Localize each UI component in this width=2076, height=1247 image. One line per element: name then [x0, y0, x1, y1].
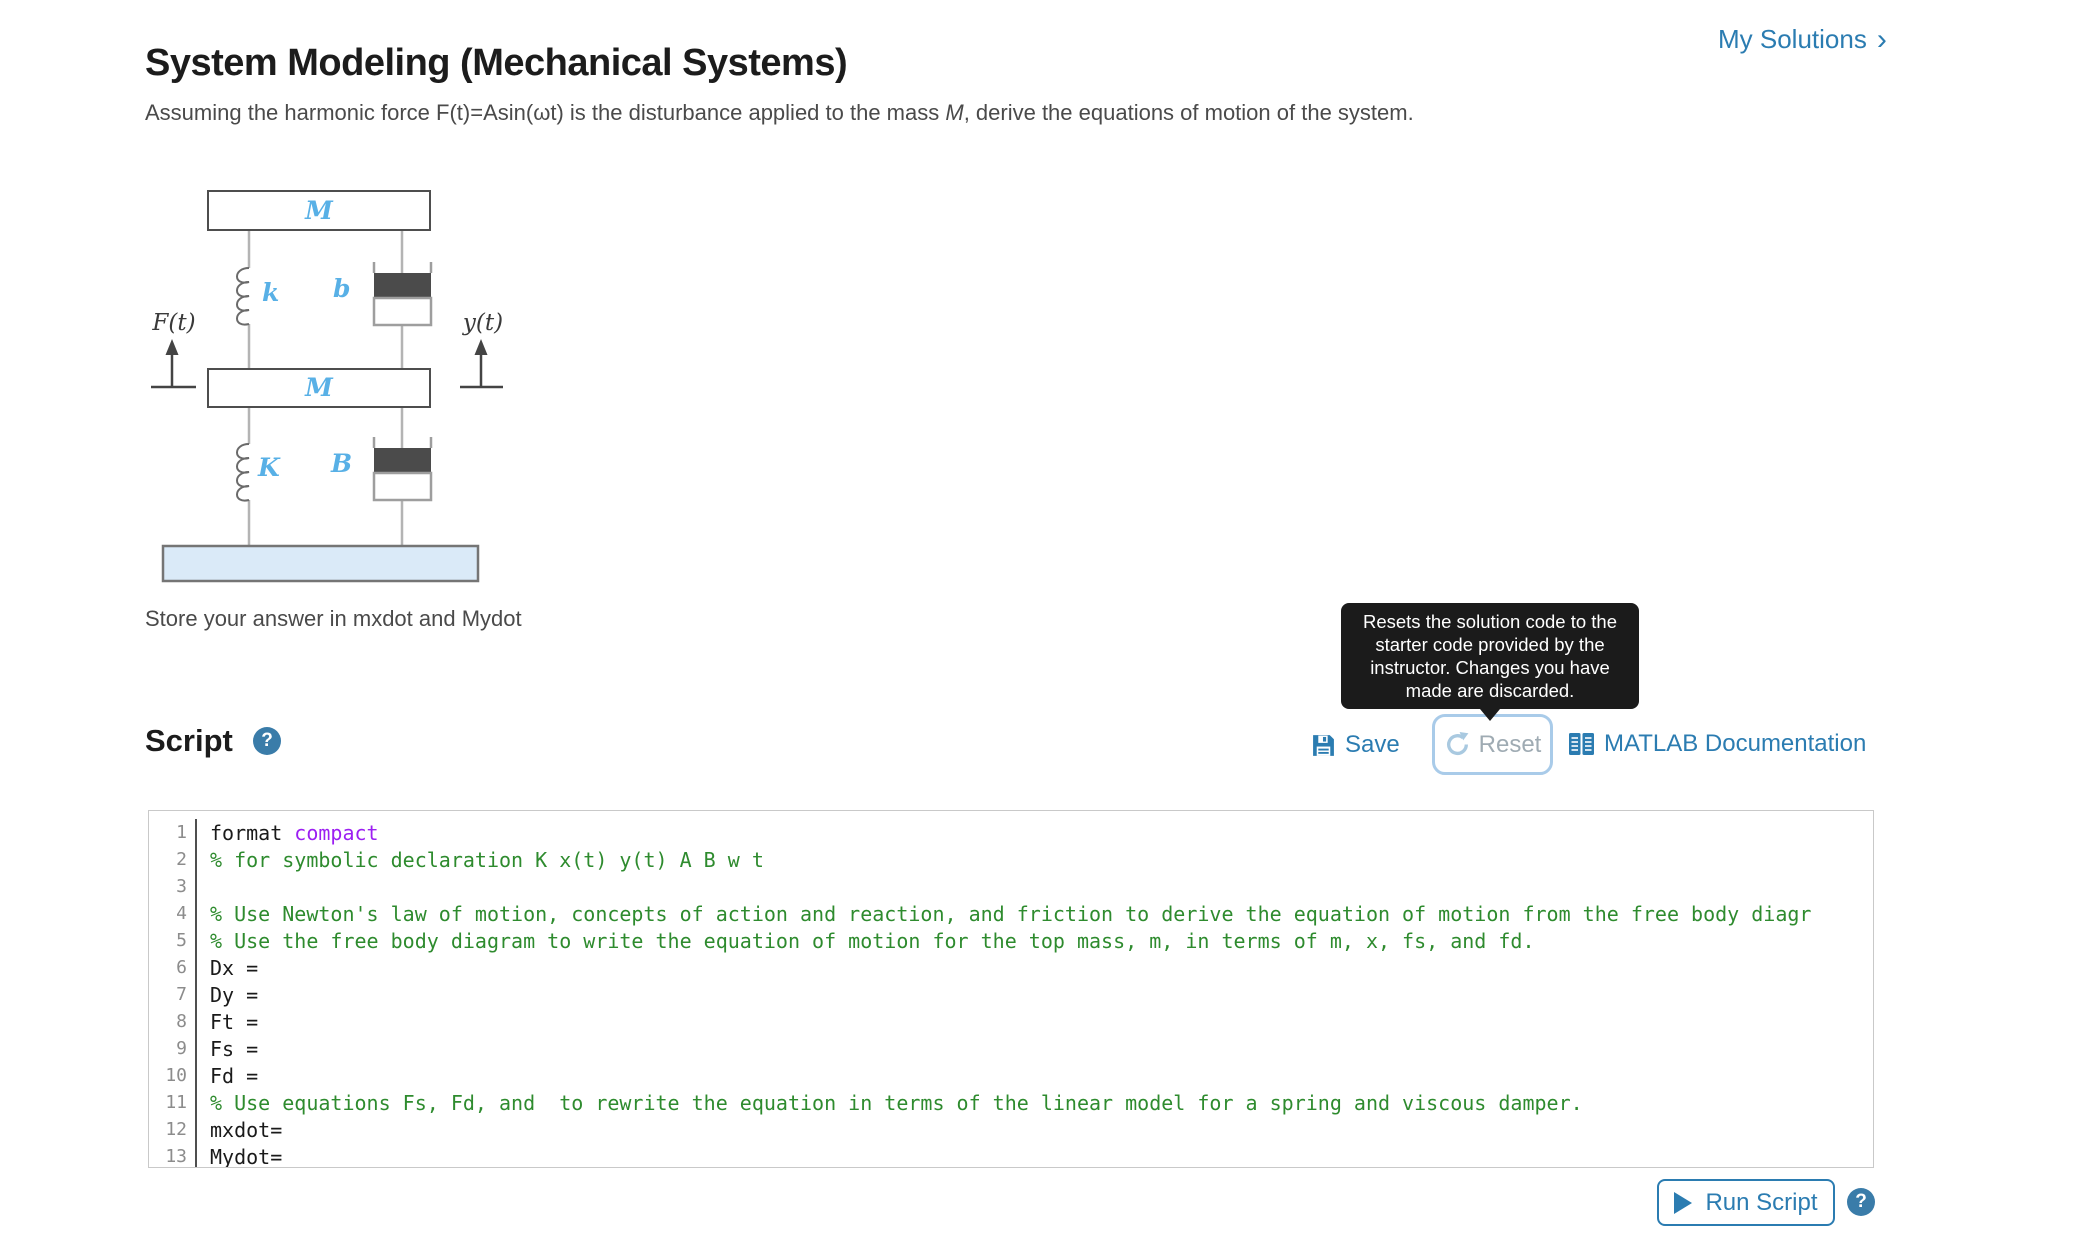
output-arrow: y(t) [460, 310, 503, 387]
code-segment: % Use the free body diagram to write the… [210, 929, 1535, 953]
code-line[interactable]: format compact [197, 821, 379, 845]
play-icon [1674, 1192, 1692, 1214]
run-script-button[interactable]: Run Script [1657, 1179, 1835, 1226]
save-label: Save [1345, 731, 1400, 759]
code-line[interactable]: Fd = [197, 1064, 258, 1088]
answer-note: Store your answer in mxdot and Mydot [145, 606, 522, 632]
code-row: 12 mxdot= [149, 1116, 1873, 1143]
save-button[interactable]: Save [1311, 731, 1400, 759]
code-row: 13 Mydot= [149, 1143, 1873, 1168]
spring-K-coil [237, 444, 249, 501]
description-mass-symbol: M [945, 100, 963, 125]
code-segment: Dy = [210, 983, 258, 1007]
damper-B-label: B [330, 449, 352, 478]
tooltip-line: made are discarded. [1351, 679, 1629, 702]
damper-b-cylinder [374, 298, 431, 325]
line-number: 5 [149, 927, 197, 954]
line-number: 2 [149, 846, 197, 873]
code-line[interactable]: Mydot= [197, 1145, 282, 1169]
save-icon [1311, 733, 1336, 758]
page-title: System Modeling (Mechanical Systems) [145, 42, 847, 85]
damper-b-piston [374, 273, 431, 298]
code-line[interactable]: mxdot= [197, 1118, 282, 1142]
code-row: 4 % Use Newton's law of motion, concepts … [149, 900, 1873, 927]
tooltip-line: Resets the solution code to the [1351, 610, 1629, 633]
force-arrow: F(t) [151, 310, 196, 387]
code-row: 1format compact [149, 819, 1873, 846]
tooltip-line: starter code provided by the [1351, 633, 1629, 656]
code-line[interactable]: % Use Newton's law of motion, concepts o… [197, 902, 1811, 926]
system-diagram: M M k b K B F(t) y(t) [110, 140, 520, 595]
code-segment: compact [294, 821, 378, 845]
book-icon [1568, 732, 1595, 756]
spring-K-label: K [257, 453, 281, 482]
code-editor[interactable]: 1format compact2% for symbolic declarati… [148, 810, 1874, 1168]
line-number: 8 [149, 1008, 197, 1035]
damper-B-piston [374, 448, 431, 473]
damper-B-cylinder [374, 473, 431, 500]
code-line[interactable]: % Use the free body diagram to write the… [197, 929, 1535, 953]
code-row: 9 Fs = [149, 1035, 1873, 1062]
code-segment: % Use equations Fs, Fd, and to rewrite t… [210, 1091, 1583, 1115]
code-segment: Dx = [210, 956, 258, 980]
code-line[interactable]: % for symbolic declaration K x(t) y(t) A… [197, 848, 764, 872]
matlab-documentation-link[interactable]: MATLAB Documentation [1568, 730, 1866, 758]
my-solutions-label: My Solutions [1718, 24, 1867, 55]
description-pre: Assuming the harmonic force F(t)=Asin(ωt… [145, 100, 945, 125]
my-solutions-link[interactable]: My Solutions › [1718, 24, 1887, 55]
reset-label: Reset [1479, 731, 1542, 759]
code-segment: % Use Newton's law of motion, concepts o… [210, 902, 1811, 926]
line-number: 11 [149, 1089, 197, 1116]
line-number: 6 [149, 954, 197, 981]
line-number: 1 [149, 819, 197, 846]
code-segment: format [210, 821, 294, 845]
line-number: 4 [149, 900, 197, 927]
code-segment: mxdot= [210, 1118, 282, 1142]
tooltip-line: instructor. Changes you have [1351, 656, 1629, 679]
line-number: 13 [149, 1143, 197, 1168]
force-label: F(t) [151, 310, 195, 336]
code-line[interactable]: Dy = [197, 983, 258, 1007]
problem-description: Assuming the harmonic force F(t)=Asin(ωt… [145, 100, 1414, 126]
run-script-help-icon[interactable]: ? [1847, 1188, 1875, 1216]
reset-button[interactable]: Reset [1432, 714, 1553, 775]
code-row: 5 % Use the free body diagram to write th… [149, 927, 1873, 954]
mass-label-top: M [304, 196, 334, 225]
code-line[interactable]: Ft = [197, 1010, 258, 1034]
line-number: 10 [149, 1062, 197, 1089]
reset-refresh-icon [1444, 731, 1471, 758]
line-number: 7 [149, 981, 197, 1008]
code-row: 7 Dy = [149, 981, 1873, 1008]
code-line[interactable]: Dx = [197, 956, 258, 980]
mass-label-middle: M [304, 373, 334, 402]
damper-b-label: b [333, 274, 350, 303]
code-row: 10 Fd = [149, 1062, 1873, 1089]
output-label: y(t) [462, 310, 503, 336]
line-number: 3 [149, 873, 197, 900]
line-number: 12 [149, 1116, 197, 1143]
code-segment: Fs = [210, 1037, 258, 1061]
code-segment: Fd = [210, 1064, 258, 1088]
reset-tooltip: Resets the solution code to the starter … [1341, 603, 1639, 709]
code-segment: Mydot= [210, 1145, 282, 1169]
code-row: 8 Ft = [149, 1008, 1873, 1035]
script-help-icon[interactable]: ? [253, 727, 281, 755]
ground-block [163, 546, 478, 581]
code-segment: Ft = [210, 1010, 258, 1034]
code-row: 3 [149, 873, 1873, 900]
spring-k-coil [237, 268, 249, 325]
matlab-documentation-label: MATLAB Documentation [1604, 730, 1866, 758]
run-script-label: Run Script [1705, 1189, 1817, 1217]
line-number: 9 [149, 1035, 197, 1062]
spring-k-label: k [262, 278, 279, 307]
script-heading: Script [145, 723, 233, 759]
code-row: 6 Dx = [149, 954, 1873, 981]
chevron-right-icon: › [1877, 27, 1887, 53]
code-segment: % for symbolic declaration K x(t) y(t) A… [210, 848, 764, 872]
code-line[interactable]: Fs = [197, 1037, 258, 1061]
description-post: , derive the equations of motion of the … [964, 100, 1414, 125]
code-line[interactable]: % Use equations Fs, Fd, and to rewrite t… [197, 1091, 1583, 1115]
code-row: 11 % Use equations Fs, Fd, and to rewrite… [149, 1089, 1873, 1116]
code-row: 2 % for symbolic declaration K x(t) y(t) … [149, 846, 1873, 873]
